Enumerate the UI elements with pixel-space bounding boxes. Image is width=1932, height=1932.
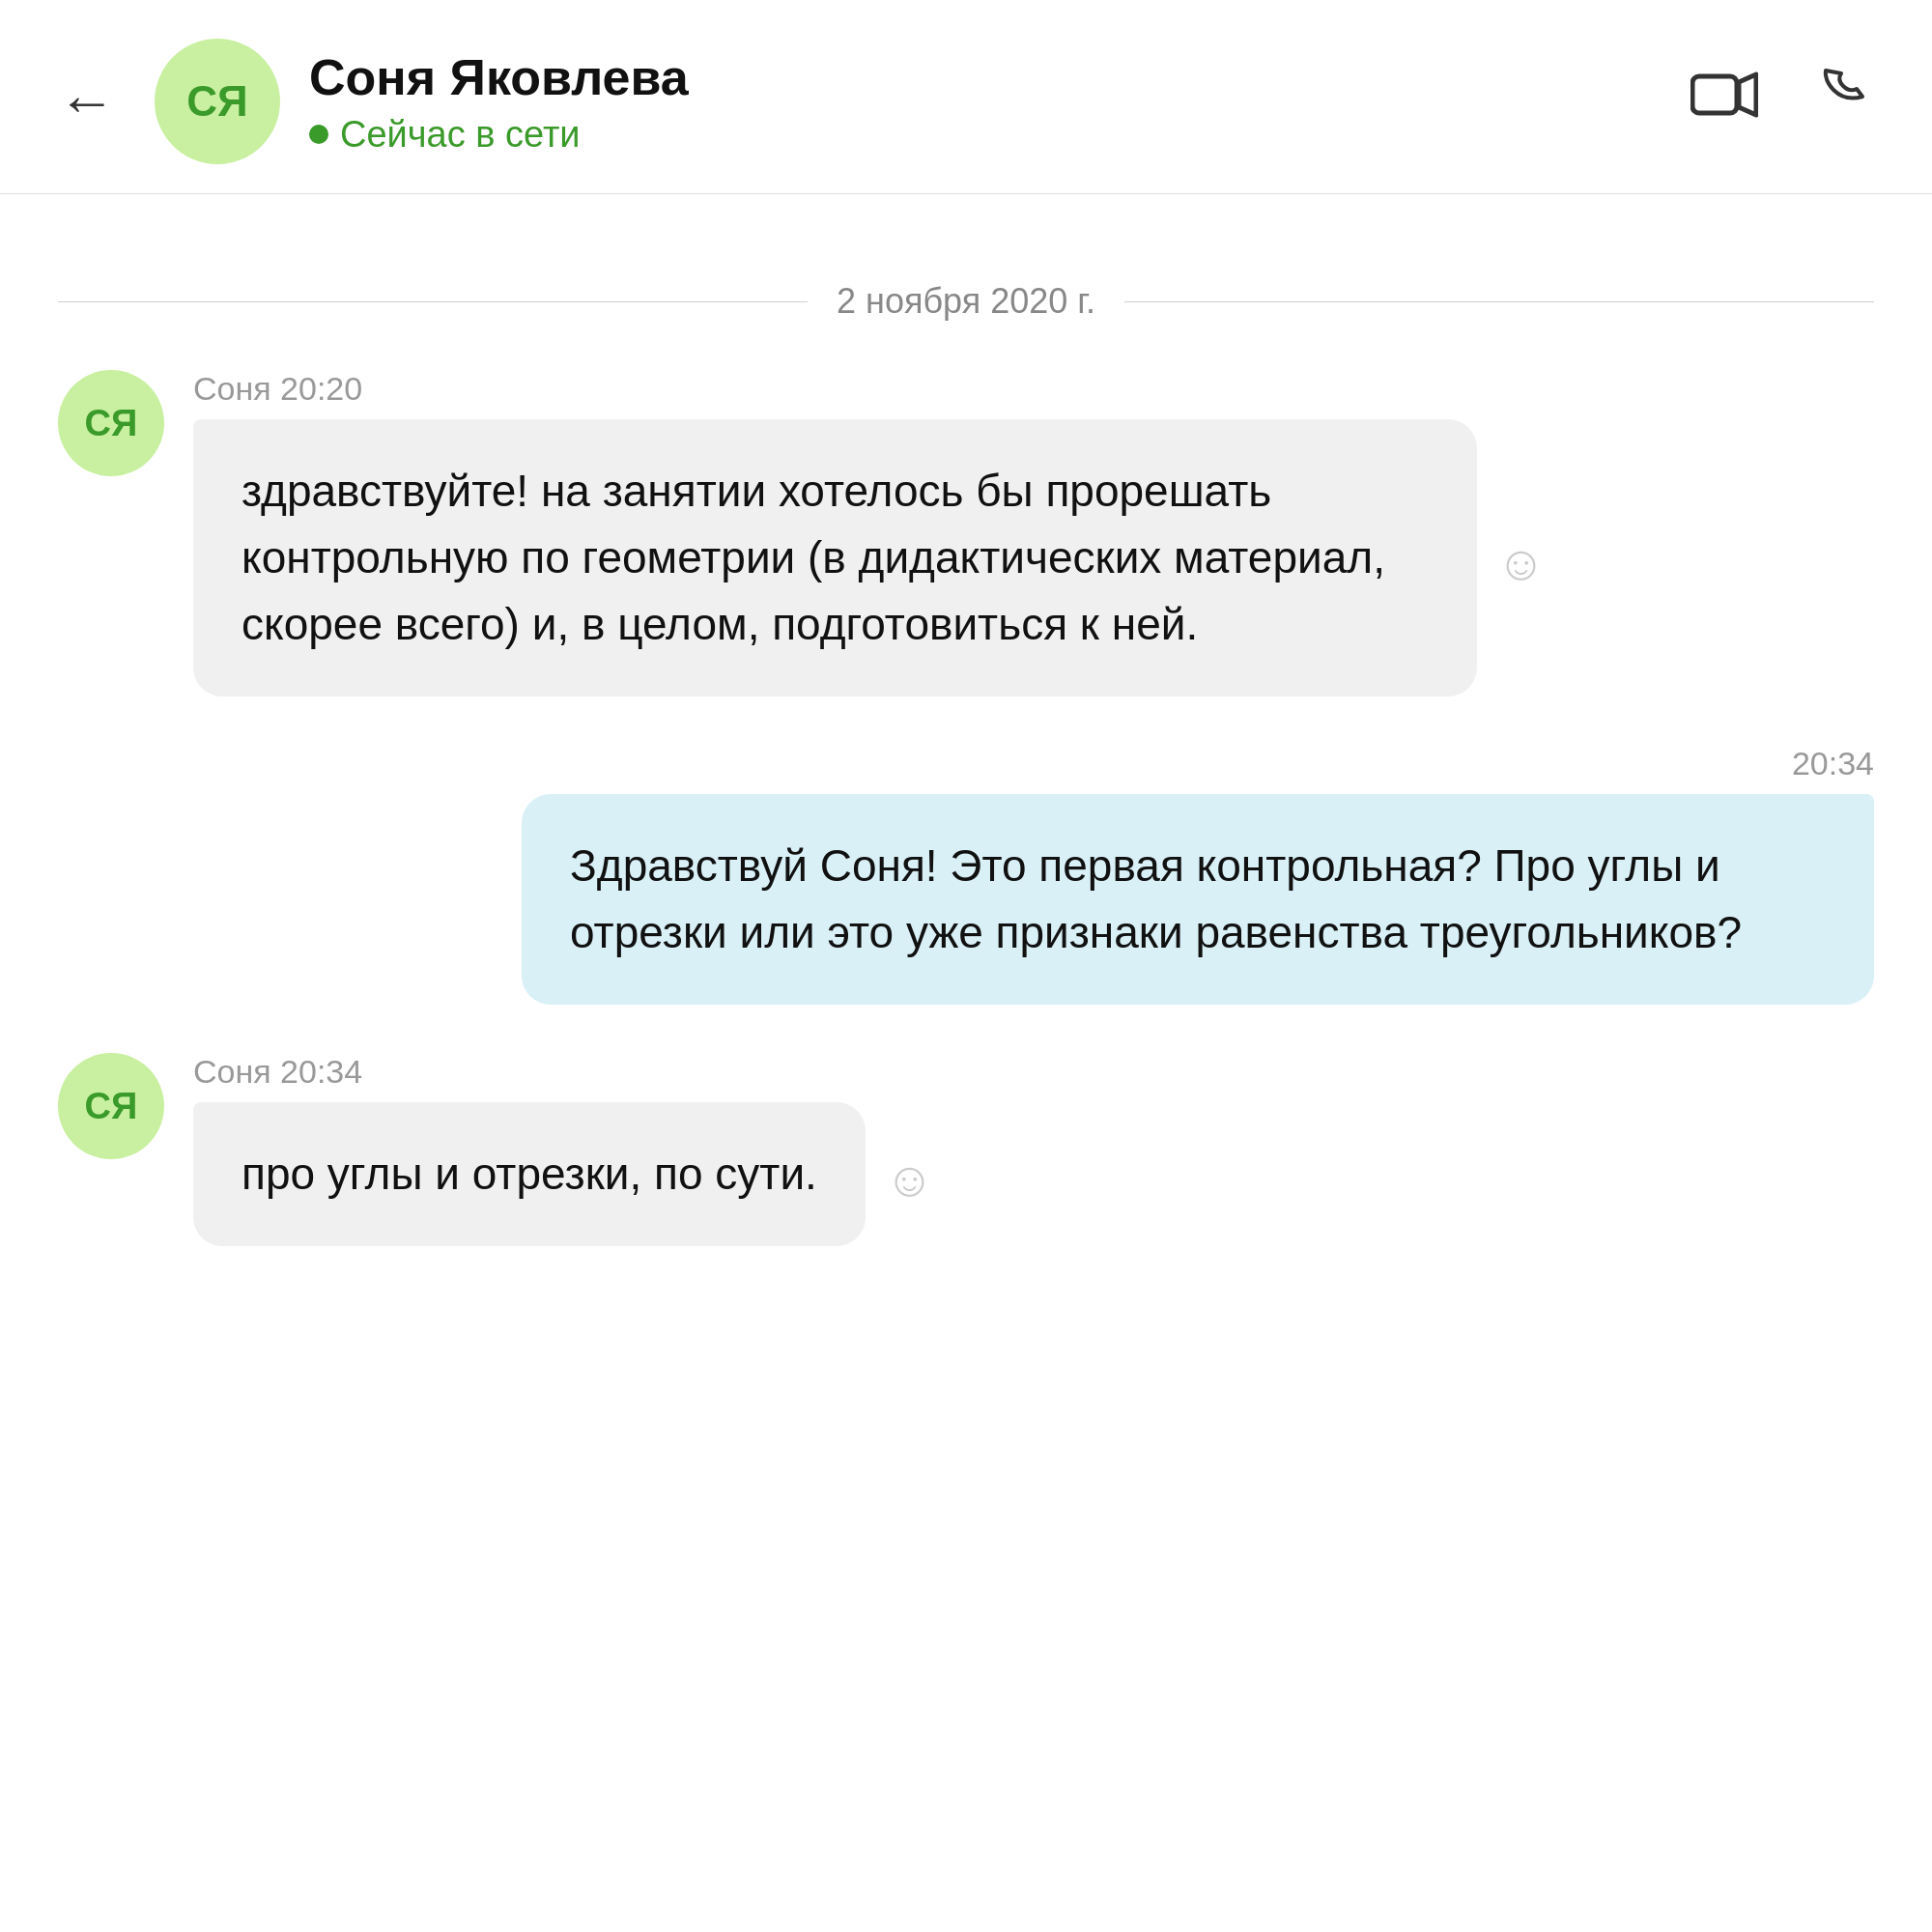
- sender-avatar-3: СЯ: [58, 1053, 164, 1159]
- message-group-1: СЯ Соня 20:20 здравствуйте! на занятии х…: [58, 370, 1874, 696]
- message-content-3: Соня 20:34 про углы и отрезки, по сути. …: [193, 1053, 934, 1246]
- message-row-3: про углы и отрезки, по сути. ☺: [193, 1102, 934, 1246]
- contact-info: Соня Яковлева Сейчас в сети: [309, 47, 1690, 155]
- sender-avatar-1: СЯ: [58, 370, 164, 476]
- message-content-2: 20:34 Здравствуй Соня! Это первая контро…: [522, 745, 1874, 1005]
- message-row-1: здравствуйте! на занятии хотелось бы про…: [193, 419, 1546, 696]
- header-actions: [1690, 66, 1874, 137]
- date-label: 2 ноября 2020 г.: [837, 281, 1095, 322]
- status-dot-icon: [309, 125, 328, 144]
- message-meta-3: Соня 20:34: [193, 1053, 934, 1091]
- video-call-icon[interactable]: [1690, 69, 1758, 135]
- contact-avatar: СЯ: [155, 39, 280, 164]
- chat-area: 2 ноября 2020 г. СЯ Соня 20:20 здравству…: [0, 194, 1932, 1333]
- message-meta-1: Соня 20:20: [193, 370, 1546, 408]
- reaction-icon-3: ☺: [885, 1151, 934, 1208]
- contact-status: Сейчас в сети: [309, 114, 1690, 156]
- message-bubble-1: здравствуйте! на занятии хотелось бы про…: [193, 419, 1477, 696]
- message-bubble-3: про углы и отрезки, по сути.: [193, 1102, 866, 1246]
- svg-rect-0: [1692, 76, 1737, 113]
- message-bubble-2: Здравствуй Соня! Это первая контрольная?…: [522, 794, 1874, 1005]
- date-divider: 2 ноября 2020 г.: [58, 281, 1874, 322]
- message-content-1: Соня 20:20 здравствуйте! на занятии хоте…: [193, 370, 1546, 696]
- divider-line-right: [1124, 301, 1874, 302]
- contact-name: Соня Яковлева: [309, 47, 1690, 107]
- message-meta-2: 20:34: [1792, 745, 1874, 782]
- divider-line-left: [58, 301, 808, 302]
- phone-call-icon[interactable]: [1816, 66, 1874, 137]
- message-row-2: Здравствуй Соня! Это первая контрольная?…: [522, 794, 1874, 1005]
- svg-marker-1: [1739, 74, 1756, 115]
- back-button[interactable]: ←: [58, 69, 116, 135]
- message-group-3: СЯ Соня 20:34 про углы и отрезки, по сут…: [58, 1053, 1874, 1246]
- chat-header: ← СЯ Соня Яковлева Сейчас в сети: [0, 0, 1932, 194]
- reaction-icon-1: ☺: [1496, 535, 1546, 591]
- message-group-2: 20:34 Здравствуй Соня! Это первая контро…: [58, 745, 1874, 1005]
